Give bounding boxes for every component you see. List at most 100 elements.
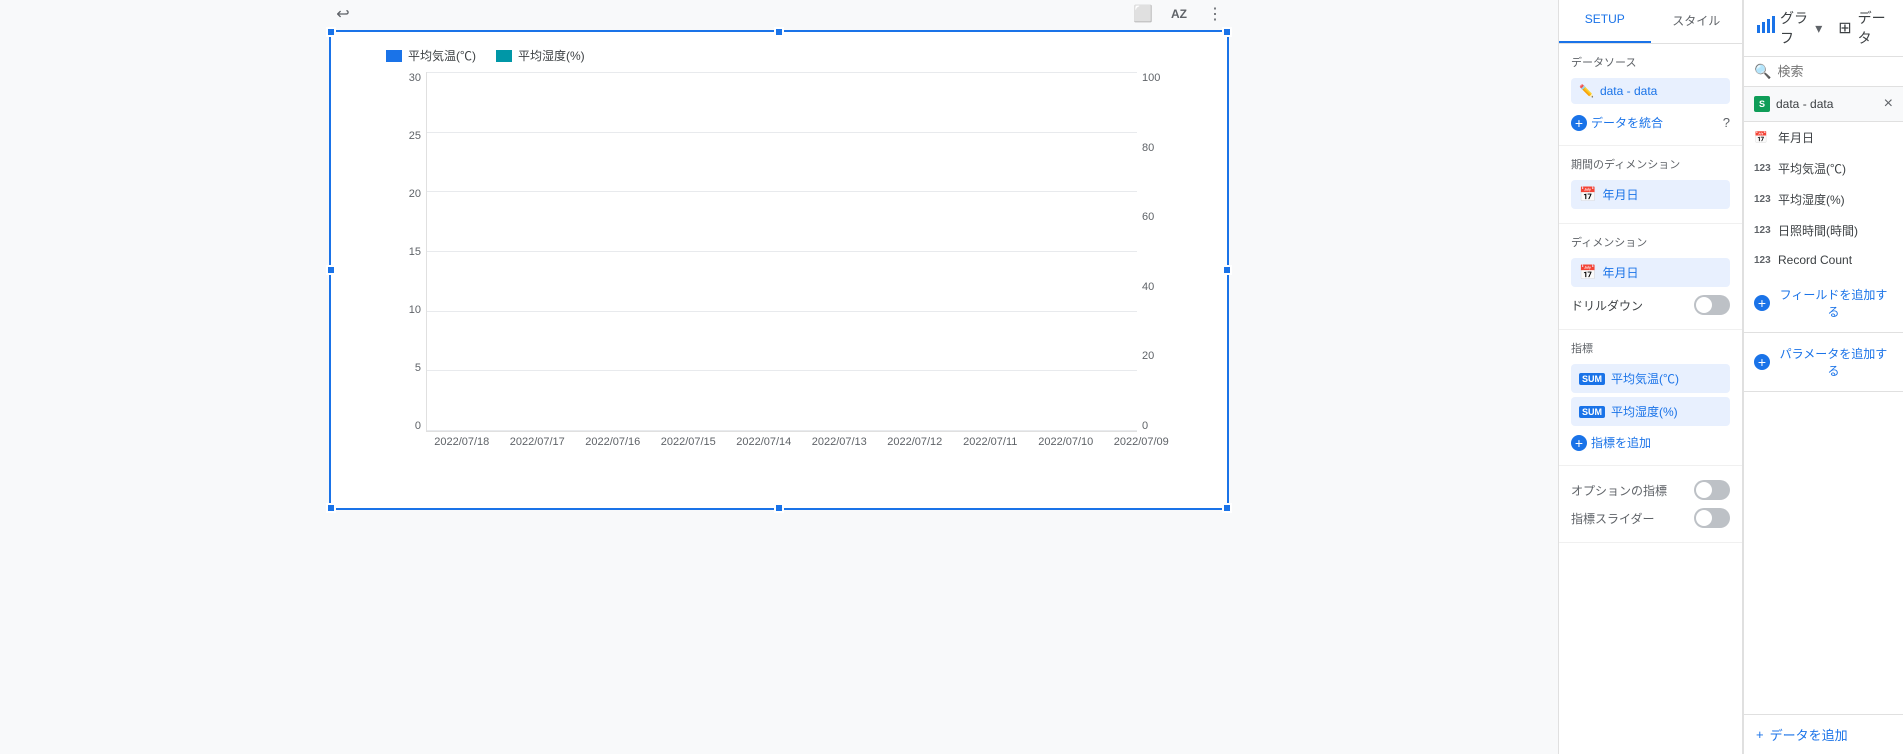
- x-label-9: 2022/07/09: [1106, 436, 1178, 448]
- search-icon: 🔍: [1754, 63, 1771, 80]
- legend-label-humidity: 平均湿度(%): [518, 47, 585, 64]
- x-label-2: 2022/07/16: [577, 436, 649, 448]
- metric-slider-label: 指標スライダー: [1571, 510, 1655, 527]
- optional-metrics-row: オプションの指標: [1571, 476, 1730, 504]
- dimension-value[interactable]: 📅 年月日: [1571, 258, 1730, 287]
- panel-tabs: SETUP スタイル: [1559, 0, 1742, 44]
- x-label-8: 2022/07/10: [1030, 436, 1102, 448]
- legend-color-temperature: [386, 50, 402, 62]
- date-type-icon: 📅: [1754, 131, 1772, 144]
- calendar-icon-period: 📅: [1579, 186, 1596, 203]
- field-label-humidity: 平均湿度(%): [1778, 191, 1845, 208]
- chart-area: 30 25 20 15 10 5 0: [386, 72, 1177, 432]
- metric-label-1: 平均気温(℃): [1611, 370, 1679, 387]
- drilldown-label: ドリルダウン: [1571, 297, 1643, 314]
- field-item-sunshine[interactable]: 123 日照時間(時間): [1744, 215, 1903, 246]
- merge-data-button[interactable]: + データを統合: [1571, 110, 1663, 135]
- data-source-header: S data - data ×: [1744, 87, 1903, 122]
- optional-metrics-label: オプションの指標: [1571, 482, 1667, 499]
- add-metric-button[interactable]: + 指標を追加: [1571, 430, 1651, 455]
- field-label-record-count: Record Count: [1778, 253, 1852, 267]
- datasource-name: data - data: [1600, 84, 1657, 98]
- data-panel: グラフ ▾ ⊞ データ 🔍 S data - data × 📅 年月日 123 …: [1743, 0, 1903, 754]
- calendar-icon-dimension: 📅: [1579, 264, 1596, 281]
- optional-metrics-toggle[interactable]: [1694, 480, 1730, 500]
- tab-setup[interactable]: SETUP: [1559, 0, 1651, 43]
- data-button[interactable]: ⊞ データ: [1838, 8, 1891, 48]
- add-parameter-button[interactable]: + パラメータを追加する: [1754, 341, 1893, 383]
- search-input[interactable]: [1777, 64, 1903, 79]
- num-type-icon-1: 123: [1754, 163, 1772, 174]
- metric-label-2: 平均湿度(%): [1611, 403, 1678, 420]
- period-dimension-section: 期間のディメンション 📅 年月日: [1559, 146, 1742, 224]
- field-item-temp[interactable]: 123 平均気温(℃): [1744, 153, 1903, 184]
- add-data-label: データを追加: [1770, 725, 1848, 744]
- add-field-label: フィールドを追加する: [1774, 286, 1893, 320]
- text-icon-button[interactable]: AZ: [1165, 0, 1193, 28]
- metric-slider-toggle[interactable]: [1694, 508, 1730, 528]
- plus-circle-data-icon: +: [1756, 727, 1764, 742]
- metric-slider-row: 指標スライダー: [1571, 504, 1730, 532]
- x-label-4: 2022/07/14: [728, 436, 800, 448]
- chart-toolbar: ↩ ⬜ AZ ⋮: [329, 0, 1229, 28]
- tab-style[interactable]: スタイル: [1651, 0, 1743, 43]
- sum-badge-2: SUM: [1579, 406, 1605, 418]
- metric-slider-toggle-knob: [1696, 510, 1712, 526]
- data-label: データ: [1858, 8, 1891, 48]
- legend-item-temperature: 平均気温(℃): [386, 47, 476, 64]
- plus-circle-icon: +: [1571, 115, 1587, 131]
- datasource-section: データソース ✏️ data - data + データを統合 ?: [1559, 44, 1742, 146]
- datasource-label: data - data: [1776, 97, 1833, 111]
- chart-legend: 平均気温(℃) 平均湿度(%): [386, 47, 1177, 64]
- plus-circle-field-icon: +: [1754, 295, 1770, 311]
- num-type-icon-4: 123: [1754, 255, 1772, 266]
- x-label-5: 2022/07/13: [804, 436, 876, 448]
- selection-icon-button[interactable]: ⬜: [1129, 0, 1157, 28]
- toggle-knob: [1696, 297, 1712, 313]
- close-button[interactable]: ×: [1884, 95, 1893, 113]
- chart-container: 平均気温(℃) 平均湿度(%) 30 25 20 15 10: [329, 30, 1229, 510]
- y-axis-right: 100 80 60 40 20 0: [1137, 72, 1177, 432]
- metric-item-1[interactable]: SUM 平均気温(℃): [1571, 364, 1730, 393]
- add-field-button[interactable]: + フィールドを追加する: [1754, 282, 1893, 324]
- field-item-record-count[interactable]: 123 Record Count: [1744, 246, 1903, 274]
- dimension-title: ディメンション: [1571, 234, 1730, 250]
- bars-container: [426, 72, 1137, 432]
- data-source-name: S data - data: [1754, 96, 1833, 112]
- search-box: 🔍: [1744, 57, 1903, 87]
- dimension-value-label: 年月日: [1602, 264, 1638, 281]
- metrics-section: 指標 SUM 平均気温(℃) SUM 平均湿度(%) + 指標を追加: [1559, 330, 1742, 466]
- field-item-humidity[interactable]: 123 平均湿度(%): [1744, 184, 1903, 215]
- period-dimension-value[interactable]: 📅 年月日: [1571, 180, 1730, 209]
- optional-metrics-toggle-knob: [1696, 482, 1712, 498]
- plus-circle-metric-icon: +: [1571, 435, 1587, 451]
- add-parameter-label: パラメータを追加する: [1774, 345, 1893, 379]
- chevron-down-icon: ▾: [1815, 20, 1822, 37]
- datasource-title: データソース: [1571, 54, 1730, 70]
- sum-badge-1: SUM: [1579, 373, 1605, 385]
- x-label-7: 2022/07/11: [955, 436, 1027, 448]
- drilldown-toggle[interactable]: [1694, 295, 1730, 315]
- x-label-0: 2022/07/18: [426, 436, 498, 448]
- help-icon[interactable]: ?: [1723, 115, 1730, 130]
- add-data-button[interactable]: + データを追加: [1744, 714, 1903, 754]
- field-item-date[interactable]: 📅 年月日: [1744, 122, 1903, 153]
- period-value-label: 年月日: [1602, 186, 1638, 203]
- legend-label-temperature: 平均気温(℃): [408, 47, 476, 64]
- x-label-3: 2022/07/15: [653, 436, 725, 448]
- chart-panel: ↩ ⬜ AZ ⋮ 平均気温(: [0, 0, 1558, 754]
- datasource-button[interactable]: ✏️ data - data: [1571, 78, 1730, 104]
- period-dimension-title: 期間のディメンション: [1571, 156, 1730, 172]
- plus-circle-param-icon: +: [1754, 354, 1770, 370]
- optional-metrics-section: オプションの指標 指標スライダー: [1559, 466, 1742, 543]
- field-label-temp: 平均気温(℃): [1778, 160, 1846, 177]
- more-options-button[interactable]: ⋮: [1201, 0, 1229, 28]
- x-label-6: 2022/07/12: [879, 436, 951, 448]
- dimension-section: ディメンション 📅 年月日 ドリルダウン: [1559, 224, 1742, 330]
- table-icon: ⊞: [1838, 18, 1851, 38]
- x-label-1: 2022/07/17: [502, 436, 574, 448]
- graph-button[interactable]: グラフ ▾: [1756, 8, 1822, 48]
- merge-data-label: データを統合: [1591, 114, 1663, 131]
- undo-button[interactable]: ↩: [329, 0, 357, 28]
- metric-item-2[interactable]: SUM 平均湿度(%): [1571, 397, 1730, 426]
